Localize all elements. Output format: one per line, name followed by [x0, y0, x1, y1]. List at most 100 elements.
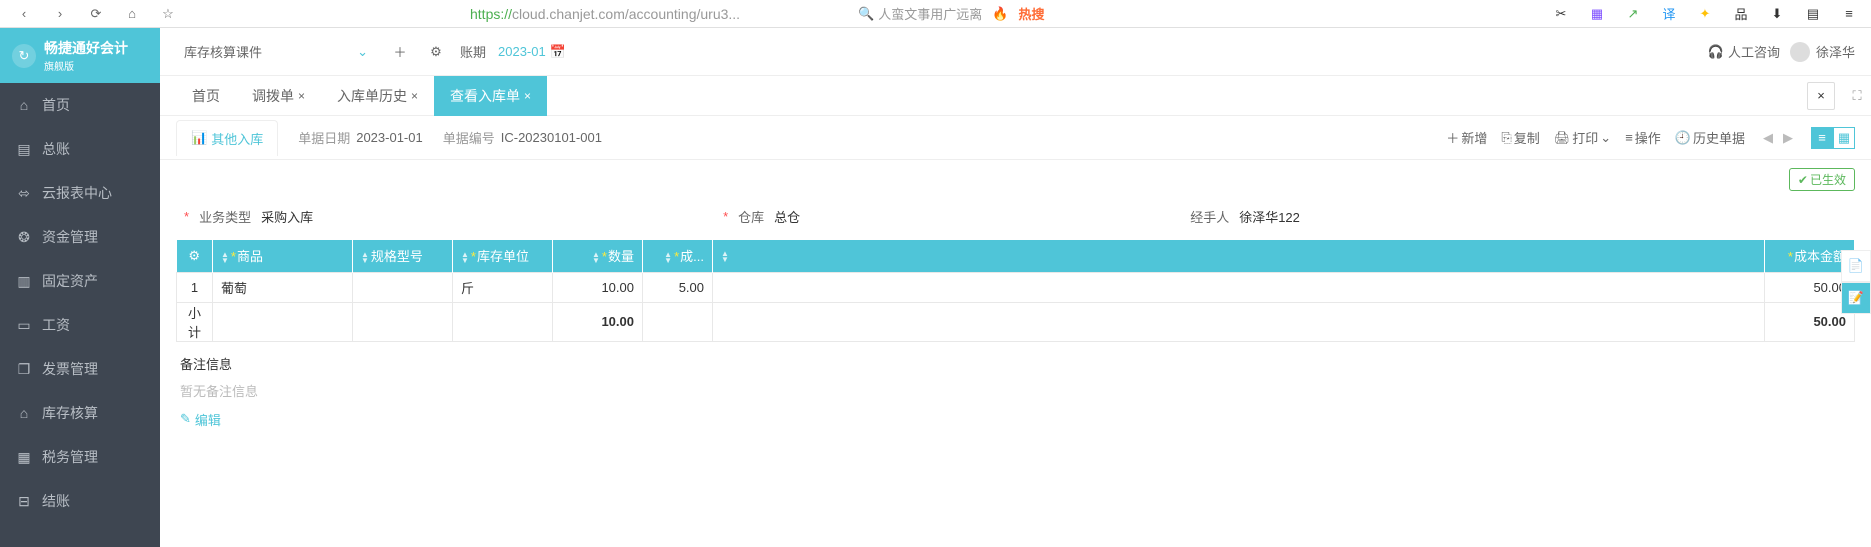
sidebar-item-reports[interactable]: ⬄云报表中心 — [0, 171, 160, 215]
tab-view-inbound[interactable]: 查看入库单 × — [434, 76, 547, 116]
remarks-title: 备注信息 — [180, 354, 1851, 373]
subtab-other-inbound[interactable]: 📊 其他入库 — [176, 120, 278, 156]
ext-translate-icon[interactable]: 译 — [1657, 2, 1681, 26]
add-button[interactable]: ＋ — [388, 40, 412, 64]
url-bar[interactable]: https://cloud.chanjet.com/accounting/uru… — [470, 6, 740, 22]
cell-spec[interactable] — [353, 272, 453, 302]
table-row[interactable]: 1 葡萄 斤 10.00 5.00 50.00 — [177, 272, 1855, 302]
edit-icon: ✎ — [180, 411, 191, 427]
chevron-down-icon: ⌄ — [1600, 130, 1611, 146]
sidebar-item-ledger[interactable]: ▤总账 — [0, 127, 160, 171]
doc-icon: 📊 — [191, 130, 207, 146]
tab-label: 调拨单 — [252, 86, 294, 106]
check-icon: ✔ — [1798, 173, 1808, 187]
nav-back-icon[interactable]: ‹ — [10, 2, 38, 26]
close-icon[interactable]: × — [298, 89, 305, 103]
float-doc-button[interactable]: 📄 — [1841, 250, 1871, 282]
col-spec[interactable]: ▲▼规格型号 — [353, 240, 453, 272]
fullscreen-button[interactable]: ⛶ — [1843, 82, 1871, 110]
close-icon[interactable]: × — [411, 89, 418, 103]
sidebar-brand[interactable]: ↻ 畅捷通好会计 旗舰版 — [0, 28, 160, 83]
ext-star-icon[interactable]: ✦ — [1693, 2, 1717, 26]
col-blank[interactable]: ▲▼ — [713, 240, 1765, 272]
copy-button[interactable]: ⎘复制 — [1501, 128, 1539, 147]
tab-inbound-history[interactable]: 入库单历史 × — [321, 76, 434, 116]
close-all-button[interactable]: × — [1807, 82, 1835, 110]
help-label: 人工咨询 — [1728, 42, 1780, 61]
tax-icon: ▦ — [16, 449, 32, 465]
sidebar-item-label: 首页 — [42, 95, 70, 115]
card-view-button[interactable]: ▦ — [1833, 127, 1855, 149]
sidebar: ↻ 畅捷通好会计 旗舰版 ⌂首页 ▤总账 ⬄云报表中心 ❂资金管理 ▥固定资产 … — [0, 28, 160, 547]
tab-label: 查看入库单 — [450, 86, 520, 106]
status-badge: ✔ 已生效 — [1789, 168, 1855, 191]
edit-label: 编辑 — [195, 410, 221, 429]
main-content: 库存核算课件 ⌄ ＋ ⚙ 账期 2023-01 📅 🎧 人工咨询 徐泽华 — [160, 28, 1871, 547]
browser-search[interactable]: 🔍 人蛮文事用广远离 🔥 热搜 — [858, 4, 1044, 23]
ext-page-icon[interactable]: ▤ — [1801, 2, 1825, 26]
nav-fwd-icon[interactable]: › — [46, 2, 74, 26]
ops-button[interactable]: ≡操作 — [1625, 128, 1661, 147]
edit-remarks-button[interactable]: ✎ 编辑 — [180, 410, 1851, 429]
ext-download-icon[interactable]: ⬇ — [1765, 2, 1789, 26]
brand-title: 畅捷通好会计 — [44, 40, 128, 56]
tab-label: 首页 — [192, 86, 220, 106]
settings-button[interactable]: ⚙ — [424, 40, 448, 64]
sidebar-item-tax[interactable]: ▦税务管理 — [0, 435, 160, 479]
ext-grid-icon[interactable]: ▦ — [1585, 2, 1609, 26]
col-label: 成本金额 — [1794, 249, 1846, 264]
remarks-section: 备注信息 暂无备注信息 ✎ 编辑 — [160, 342, 1871, 441]
tab-transfer[interactable]: 调拨单 × — [236, 76, 321, 116]
ext-tree-icon[interactable]: 品 — [1729, 2, 1753, 26]
sidebar-item-close[interactable]: ⊟结账 — [0, 479, 160, 523]
sidebar-item-invoice[interactable]: ❐发票管理 — [0, 347, 160, 391]
required-mark: * — [723, 209, 728, 224]
help-link[interactable]: 🎧 人工咨询 — [1708, 42, 1780, 61]
next-icon[interactable]: ▶ — [1779, 129, 1797, 147]
star-icon[interactable]: ☆ — [154, 2, 182, 26]
sort-icon: ▲▼ — [664, 252, 672, 264]
col-cost[interactable]: ▲▼*成... — [643, 240, 713, 272]
cell-product[interactable]: 葡萄 — [213, 272, 353, 302]
period-value: 2023-01 — [498, 44, 546, 59]
ext-menu-icon[interactable]: ≡ — [1837, 2, 1861, 26]
prev-icon[interactable]: ◀ — [1759, 129, 1777, 147]
brand-logo-icon: ↻ — [12, 44, 36, 68]
home-icon: ⌂ — [16, 97, 32, 113]
course-selector[interactable]: 库存核算课件 ⌄ — [176, 37, 376, 67]
cell-blank — [713, 272, 1765, 302]
tab-label: 入库单历史 — [337, 86, 407, 106]
cell-cost[interactable]: 5.00 — [643, 272, 713, 302]
close-icon[interactable]: × — [524, 89, 531, 103]
sidebar-item-label: 工资 — [42, 315, 70, 335]
refresh-icon[interactable]: ⟳ — [82, 2, 110, 26]
field-label: 经手人 — [1190, 207, 1229, 226]
user-menu[interactable]: 徐泽华 — [1790, 42, 1855, 62]
cell-qty[interactable]: 10.00 — [553, 272, 643, 302]
top-toolbar: 库存核算课件 ⌄ ＋ ⚙ 账期 2023-01 📅 🎧 人工咨询 徐泽华 — [160, 28, 1871, 76]
period-selector[interactable]: 2023-01 📅 — [498, 44, 566, 60]
gear-column[interactable]: ⚙ — [177, 240, 213, 272]
print-button[interactable]: 🖨打印 ⌄ — [1554, 128, 1611, 147]
home-icon[interactable]: ⌂ — [118, 2, 146, 26]
sidebar-item-home[interactable]: ⌂ 首页 — [0, 83, 160, 127]
sidebar-item-salary[interactable]: ▭工资 — [0, 303, 160, 347]
col-unit[interactable]: ▲▼*库存单位 — [453, 240, 553, 272]
ext-arrow-icon[interactable]: ↗ — [1621, 2, 1645, 26]
sidebar-item-assets[interactable]: ▥固定资产 — [0, 259, 160, 303]
float-note-button[interactable]: 📝 — [1841, 282, 1871, 314]
sidebar-item-inventory[interactable]: ⌂库存核算 — [0, 391, 160, 435]
cell-unit[interactable]: 斤 — [453, 272, 553, 302]
sidebar-item-funds[interactable]: ❂资金管理 — [0, 215, 160, 259]
action-label: 新增 — [1461, 128, 1487, 147]
list-view-button[interactable]: ≡ — [1811, 127, 1833, 149]
tab-home[interactable]: 首页 — [176, 76, 236, 116]
col-product[interactable]: ▲▼*商品 — [213, 240, 353, 272]
new-button[interactable]: ＋新增 — [1446, 128, 1487, 147]
box-icon: ⌂ — [16, 405, 32, 421]
history-button[interactable]: 🕘历史单据 — [1675, 128, 1745, 147]
col-qty[interactable]: ▲▼*数量 — [553, 240, 643, 272]
brand-sub: 旗舰版 — [44, 58, 128, 73]
action-label: 打印 — [1572, 128, 1598, 147]
ext-scissors-icon[interactable]: ✂ — [1549, 2, 1573, 26]
